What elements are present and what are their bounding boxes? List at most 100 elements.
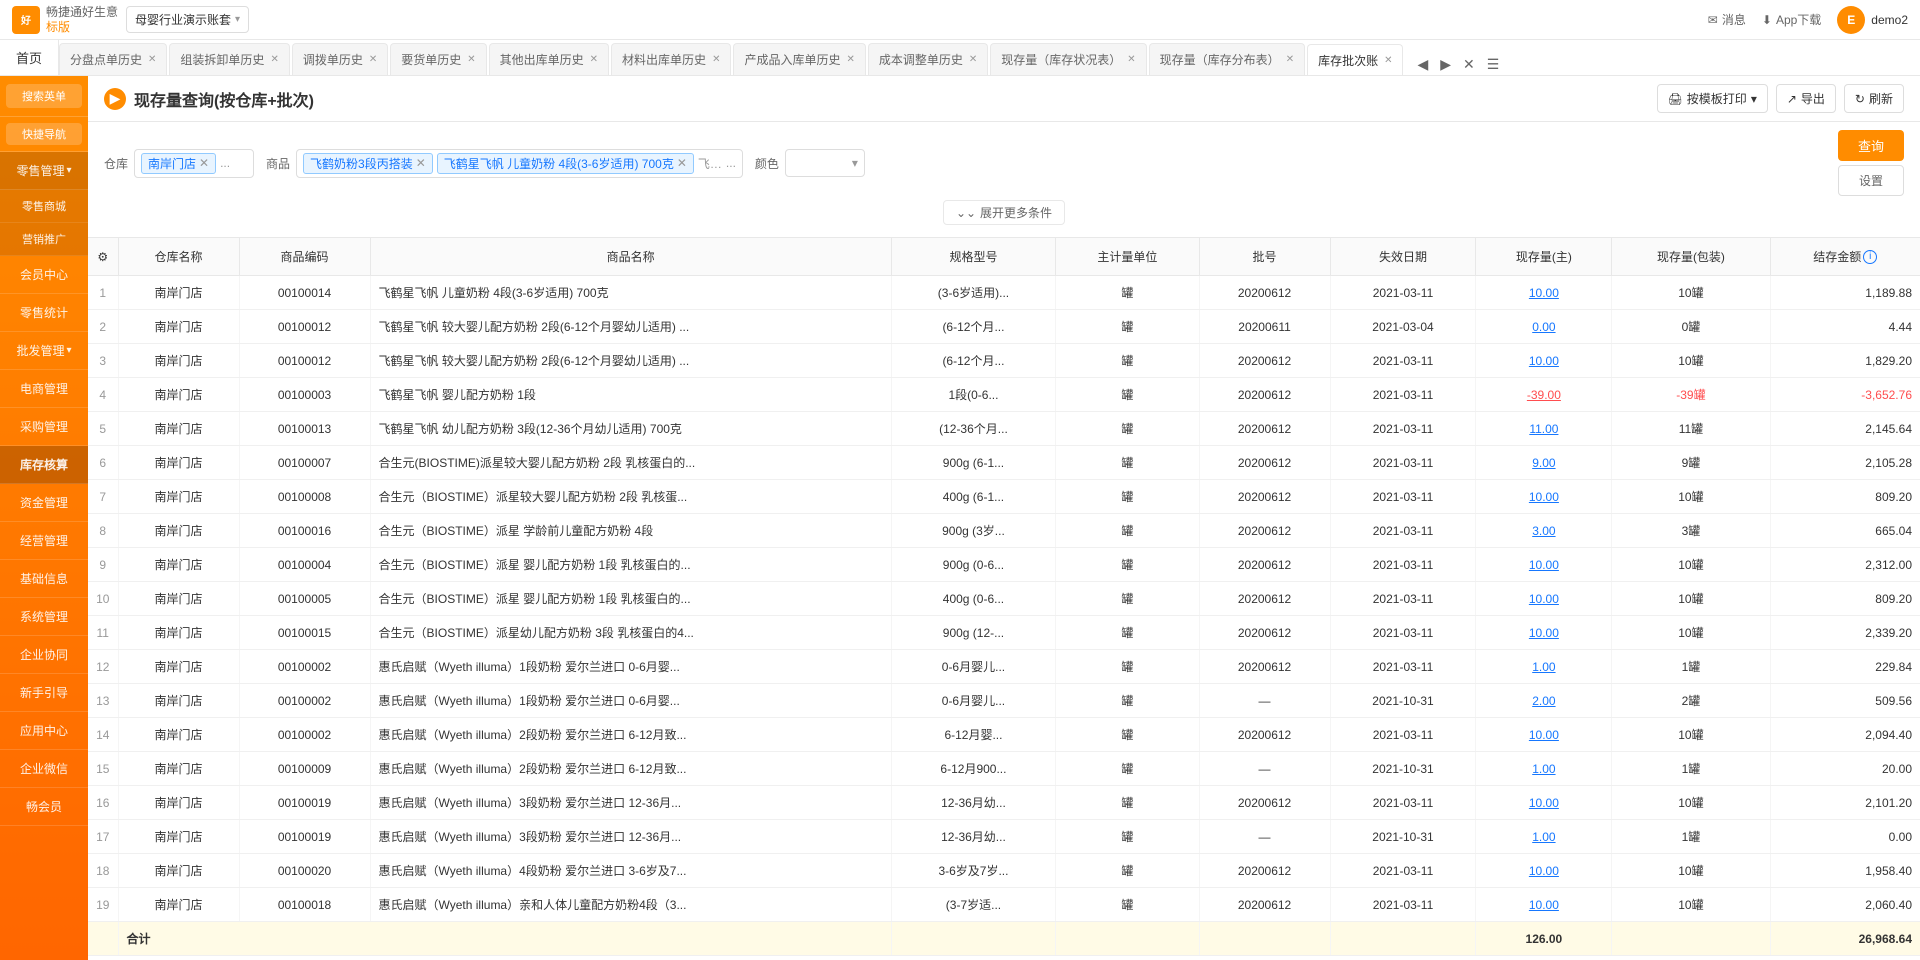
- tab-material[interactable]: 材料出库单历史 ✕: [611, 43, 731, 75]
- tab-dismantle[interactable]: 组装拆卸单历史 ✕: [169, 43, 289, 75]
- row-qty-main[interactable]: 0.00: [1476, 310, 1612, 344]
- sidebar-item-inventory[interactable]: 库存核算: [0, 446, 88, 484]
- warehouse-filter-input[interactable]: 南岸门店 ✕ ...: [134, 149, 254, 178]
- quick-nav-button[interactable]: 快捷导航: [6, 123, 82, 145]
- row-spec: 6-12月婴...: [891, 718, 1055, 752]
- row-qty-main[interactable]: -39.00: [1476, 378, 1612, 412]
- tab-prev-icon[interactable]: ◀: [1413, 54, 1432, 75]
- tab-product-in[interactable]: 产成品入库单历史 ✕: [733, 43, 865, 75]
- sidebar-item-basic[interactable]: 基础信息: [0, 560, 88, 598]
- sidebar-item-retail-mall[interactable]: 零售商城: [0, 190, 88, 223]
- row-qty-main[interactable]: 10.00: [1476, 888, 1612, 922]
- expand-more-button[interactable]: ⌄⌄ 展开更多条件: [943, 200, 1065, 225]
- sidebar-item-retail-stat[interactable]: 零售统计: [0, 294, 88, 332]
- row-code: 00100018: [239, 888, 370, 922]
- tab-close-icon[interactable]: ✕: [369, 54, 377, 65]
- tag-close-icon[interactable]: ✕: [416, 156, 426, 170]
- tab-batch[interactable]: 库存批次账 ✕: [1307, 44, 1403, 76]
- tab-menu-icon[interactable]: ☰: [1483, 54, 1504, 75]
- tab-close-icon[interactable]: ✕: [1286, 54, 1294, 65]
- row-qty-main[interactable]: 10.00: [1476, 276, 1612, 310]
- tab-require[interactable]: 要货单历史 ✕: [390, 43, 486, 75]
- sidebar-item-collab[interactable]: 企业协同: [0, 636, 88, 674]
- sidebar-item-guide[interactable]: 新手引导: [0, 674, 88, 712]
- row-index: 2: [88, 310, 118, 344]
- tab-cost-adjust[interactable]: 成本调整单历史 ✕: [868, 43, 988, 75]
- sidebar-item-purchase[interactable]: 采购管理: [0, 408, 88, 446]
- export-button[interactable]: ↗ 导出: [1776, 84, 1836, 113]
- row-qty-main[interactable]: 3.00: [1476, 514, 1612, 548]
- sidebar-item-member[interactable]: 会员中心: [0, 256, 88, 294]
- row-qty-main[interactable]: 2.00: [1476, 684, 1612, 718]
- sidebar-item-system[interactable]: 系统管理: [0, 598, 88, 636]
- tab-close-icon[interactable]: ✕: [467, 54, 475, 65]
- tab-close-icon[interactable]: ✕: [590, 54, 598, 65]
- row-qty-main[interactable]: 1.00: [1476, 752, 1612, 786]
- row-qty-main[interactable]: 10.00: [1476, 582, 1612, 616]
- row-qty-main[interactable]: 9.00: [1476, 446, 1612, 480]
- message-action[interactable]: ✉ 消息: [1708, 11, 1746, 28]
- tab-home[interactable]: 首页: [0, 40, 59, 75]
- row-name: 惠氏启赋（Wyeth illuma）2段奶粉 爱尔兰进口 6-12月致...: [370, 718, 891, 752]
- tab-close-icon[interactable]: ✕: [1384, 55, 1392, 66]
- tab-close-icon[interactable]: ✕: [846, 54, 854, 65]
- sidebar-item-corp-wechat[interactable]: 企业微信: [0, 750, 88, 788]
- app-download-action[interactable]: ⬇ App下载: [1762, 11, 1821, 28]
- row-qty-main[interactable]: 10.00: [1476, 480, 1612, 514]
- th-settings[interactable]: ⚙: [88, 238, 118, 276]
- tab-close-icon[interactable]: ✕: [270, 54, 278, 65]
- query-button[interactable]: 查询: [1838, 130, 1904, 161]
- expand-sidebar-button[interactable]: ▶: [104, 88, 126, 110]
- sidebar-item-wholesale[interactable]: 批发管理 ▾: [0, 332, 88, 370]
- product-filter-input[interactable]: 飞鹤奶粉3段丙搭装 ✕ 飞鹤星飞帆 儿童奶粉 4段(3-6岁适用) 700克 ✕…: [296, 149, 743, 178]
- tab-stock-status[interactable]: 现存量（库存状况表） ✕: [990, 43, 1146, 75]
- row-expire: 2021-03-11: [1330, 548, 1476, 582]
- row-qty-main[interactable]: 11.00: [1476, 412, 1612, 446]
- tab-close-icon[interactable]: ✕: [148, 54, 156, 65]
- sidebar-item-ecommerce[interactable]: 电商管理: [0, 370, 88, 408]
- row-batch: 20200612: [1199, 616, 1330, 650]
- sidebar-item-retail[interactable]: 零售管理 ▾: [0, 152, 88, 190]
- tag-close-icon[interactable]: ✕: [199, 156, 209, 170]
- row-warehouse: 南岸门店: [118, 514, 239, 548]
- table-row: 7 南岸门店 00100008 合生元（BIOSTIME）派星较大婴儿配方奶粉 …: [88, 480, 1920, 514]
- tab-search-hist[interactable]: 调拨单历史 ✕: [292, 43, 388, 75]
- tab-close-all-icon[interactable]: ✕: [1459, 54, 1479, 75]
- sidebar-item-ops[interactable]: 经营管理: [0, 522, 88, 560]
- row-qty-main[interactable]: 10.00: [1476, 616, 1612, 650]
- user-area[interactable]: E demo2: [1837, 6, 1908, 34]
- row-qty-main[interactable]: 10.00: [1476, 344, 1612, 378]
- table-row: 12 南岸门店 00100002 惠氏启赋（Wyeth illuma）1段奶粉 …: [88, 650, 1920, 684]
- row-batch: 20200612: [1199, 888, 1330, 922]
- row-qty-main[interactable]: 10.00: [1476, 548, 1612, 582]
- row-batch: 20200612: [1199, 514, 1330, 548]
- tag-close-icon[interactable]: ✕: [677, 156, 687, 170]
- row-qty-main[interactable]: 10.00: [1476, 854, 1612, 888]
- row-qty-main[interactable]: 10.00: [1476, 718, 1612, 752]
- sidebar-item-app-center[interactable]: 应用中心: [0, 712, 88, 750]
- tab-stock-dist[interactable]: 现存量（库存分布表） ✕: [1149, 43, 1305, 75]
- search-button[interactable]: 搜索英单: [6, 84, 82, 108]
- tab-split[interactable]: 分盘点单历史 ✕: [59, 43, 167, 75]
- query-button-group: 查询 设置: [1838, 130, 1904, 196]
- refresh-button[interactable]: ↻ 刷新: [1844, 84, 1904, 113]
- setting-button[interactable]: 设置: [1838, 165, 1904, 196]
- sidebar-item-marketing[interactable]: 营销推广: [0, 223, 88, 256]
- color-filter-input[interactable]: ▾: [785, 149, 865, 177]
- tab-other-out[interactable]: 其他出库单历史 ✕: [489, 43, 609, 75]
- tab-close-icon[interactable]: ✕: [969, 54, 977, 65]
- account-selector[interactable]: 母婴行业演示账套 ▾: [126, 6, 249, 33]
- row-expire: 2021-03-11: [1330, 412, 1476, 446]
- th-warehouse: 仓库名称: [118, 238, 239, 276]
- tab-next-icon[interactable]: ▶: [1436, 54, 1455, 75]
- sidebar-item-finance[interactable]: 资金管理: [0, 484, 88, 522]
- row-qty-main[interactable]: 1.00: [1476, 820, 1612, 854]
- row-unit: 罐: [1056, 786, 1199, 820]
- tab-close-icon[interactable]: ✕: [712, 54, 720, 65]
- template-print-button[interactable]: 🖨 按模板打印 ▾: [1657, 84, 1768, 113]
- sidebar-item-member2[interactable]: 畅会员: [0, 788, 88, 826]
- row-qty-main[interactable]: 1.00: [1476, 650, 1612, 684]
- tab-close-icon[interactable]: ✕: [1127, 54, 1135, 65]
- row-qty-main[interactable]: 10.00: [1476, 786, 1612, 820]
- row-warehouse: 南岸门店: [118, 820, 239, 854]
